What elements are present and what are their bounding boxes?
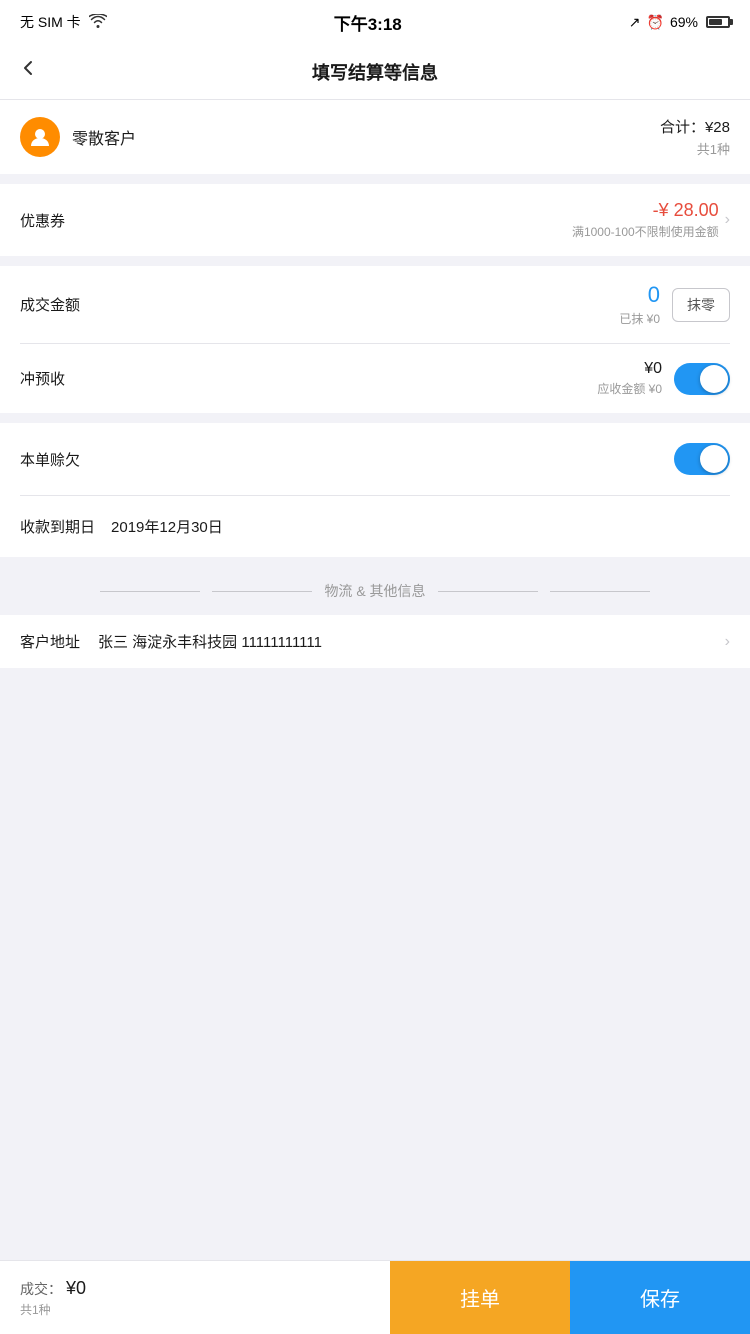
location-icon: ↗	[629, 14, 641, 31]
hang-button[interactable]: 挂单	[390, 1261, 570, 1334]
deal-value-block: 0 已抹 ¥0	[619, 282, 660, 327]
coupon-amount: -¥ 28.00	[572, 200, 719, 221]
address-label: 客户地址	[20, 631, 90, 652]
coupon-right: -¥ 28.00 满1000-100不限制使用金额 ›	[572, 200, 730, 240]
nav-bar: 填写结算等信息	[0, 44, 750, 100]
deal-row: 成交金额 0 已抹 ¥0 抹零	[20, 266, 730, 344]
deal-note: 已抹 ¥0	[619, 310, 660, 327]
deal-amount: 0	[619, 282, 660, 308]
logistics-line-right	[438, 591, 538, 592]
customer-row: 零散客户 合计：¥28 共1种	[0, 100, 750, 174]
debit-toggle-knob	[700, 445, 728, 473]
prepay-amount: ¥0	[597, 360, 662, 378]
status-right: ↗ ⏰ 69%	[629, 14, 730, 31]
deal-label: 成交金额	[20, 294, 100, 315]
prepay-value-block: ¥0 应收金额 ¥0	[597, 360, 662, 397]
customer-section: 零散客户 合计：¥28 共1种	[0, 100, 750, 174]
customer-name: 零散客户	[72, 125, 136, 149]
deal-right: 0 已抹 ¥0 抹零	[619, 282, 730, 327]
coupon-desc: 满1000-100不限制使用金额	[572, 223, 719, 240]
form-inner: 成交金额 0 已抹 ¥0 抹零 冲预收 ¥0 应收金额 ¥0	[0, 266, 750, 413]
debit-section: 本单赊欠 收款到期日 2019年12月30日	[0, 423, 750, 557]
prepay-toggle[interactable]	[674, 363, 730, 395]
page-title: 填写结算等信息	[312, 59, 438, 85]
due-date-row: 收款到期日 2019年12月30日	[20, 496, 730, 557]
coupon-section: 优惠券 -¥ 28.00 满1000-100不限制使用金额 ›	[0, 184, 750, 256]
address-section[interactable]: 客户地址 张三 海淀永丰科技园 11111111111 ›	[0, 615, 750, 668]
due-date-label: 收款到期日	[20, 516, 95, 537]
bottom-summary-main: 成交： ¥0	[20, 1278, 370, 1299]
deal-prepay-section: 成交金额 0 已抹 ¥0 抹零 冲预收 ¥0 应收金额 ¥0	[0, 266, 750, 413]
address-chevron-icon: ›	[725, 633, 730, 651]
status-left: 无 SIM 卡	[20, 12, 107, 32]
prepay-row: 冲预收 ¥0 应收金额 ¥0	[20, 344, 730, 413]
logistics-section: 物流 & 其他信息	[0, 567, 750, 615]
customer-left: 零散客户	[20, 117, 136, 157]
no-sim-text: 无 SIM 卡	[20, 12, 81, 32]
prepay-label: 冲预收	[20, 368, 100, 389]
debit-row: 本单赊欠	[20, 423, 730, 496]
save-button[interactable]: 保存	[570, 1261, 750, 1334]
back-button[interactable]	[16, 56, 40, 87]
due-date-value: 2019年12月30日	[111, 516, 223, 537]
status-bar: 无 SIM 卡 下午3:18 ↗ ⏰ 69%	[0, 0, 750, 44]
round-off-button[interactable]: 抹零	[672, 288, 730, 322]
customer-right: 合计：¥28 共1种	[660, 116, 730, 158]
coupon-label: 优惠券	[20, 210, 65, 231]
battery-icon	[706, 16, 730, 28]
coupon-value-block: -¥ 28.00 满1000-100不限制使用金额	[572, 200, 719, 240]
alarm-icon: ⏰	[647, 14, 664, 31]
logistics-line-left	[212, 591, 312, 592]
coupon-row[interactable]: 优惠券 -¥ 28.00 满1000-100不限制使用金额 ›	[0, 184, 750, 256]
coupon-chevron-icon: ›	[725, 211, 730, 229]
bottom-summary: 成交： ¥0 共1种	[0, 1278, 390, 1318]
status-time: 下午3:18	[334, 10, 402, 35]
debit-label: 本单赊欠	[20, 449, 80, 470]
battery-text: 69%	[670, 14, 698, 30]
content: 零散客户 合计：¥28 共1种 优惠券 -¥ 28.00 满1000-100不限…	[0, 100, 750, 758]
prepay-right: ¥0 应收金额 ¥0	[597, 360, 730, 397]
bottom-amount: ¥0	[66, 1278, 86, 1299]
bottom-label: 成交：	[20, 1279, 62, 1299]
customer-total: 合计：¥28	[660, 116, 730, 137]
prepay-note: 应收金额 ¥0	[597, 380, 662, 397]
bottom-bar: 成交： ¥0 共1种 挂单 保存	[0, 1260, 750, 1334]
customer-count: 共1种	[660, 139, 730, 158]
toggle-knob	[700, 365, 728, 393]
debit-toggle[interactable]	[674, 443, 730, 475]
bottom-count: 共1种	[20, 1301, 370, 1318]
wifi-icon	[89, 14, 107, 31]
customer-avatar	[20, 117, 60, 157]
logistics-label: 物流 & 其他信息	[100, 581, 649, 601]
address-value: 张三 海淀永丰科技园 11111111111	[98, 631, 717, 652]
